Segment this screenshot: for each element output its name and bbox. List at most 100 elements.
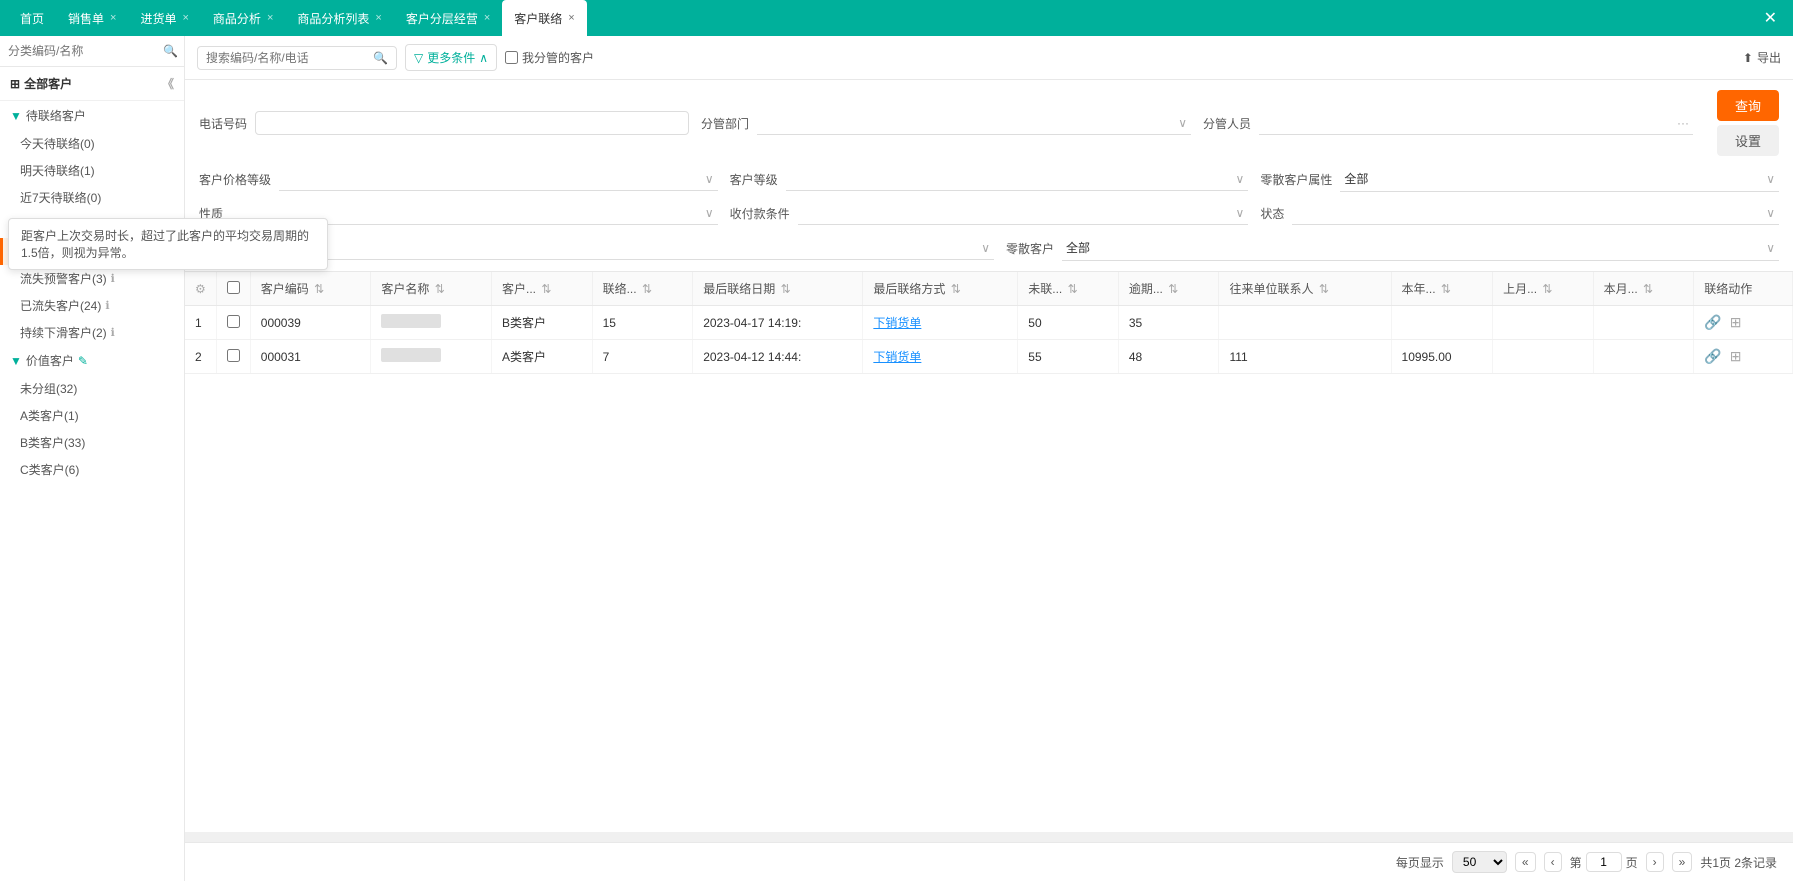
filter-row-4: ... 客户类型 ∨ 零散客户 全部 ∨ [199,235,1779,261]
horizontal-scrollbar[interactable] [185,832,1793,842]
filter-retail-customer-select[interactable]: 全部 ∨ [1062,235,1779,261]
next-page-button[interactable]: › [1646,852,1664,872]
filter-price-level: 客户价格等级 ∨ [199,168,718,191]
sort-method-icon[interactable]: ⇅ [951,282,961,296]
filter-manager-select[interactable]: ··· [1259,112,1693,135]
sidebar-item-ungrouped[interactable]: 未分组(32) [0,375,184,402]
my-customers-checkbox[interactable] [505,51,518,64]
first-page-button[interactable]: « [1515,852,1536,872]
row1-grid-icon[interactable]: ⊞ [1730,314,1742,331]
sidebar-search-icon[interactable]: 🔍 [163,44,178,58]
nav-sales[interactable]: 销售单 × [56,0,128,36]
filter-retail-attr: 零散客户属性 全部 ∨ [1260,166,1779,192]
nav-customer-contact[interactable]: 客户联络 × [502,0,586,36]
sidebar-search-input[interactable] [8,44,163,58]
tooltip-box: 距客户上次交易时长，超过了此客户的平均交易周期的1.5倍，则视为异常。 [8,218,328,270]
row2-checkbox[interactable] [227,349,240,362]
sidebar-item-c-class[interactable]: C类客户(6) [0,456,184,483]
col-contacts: 往来单位联系人 ⇅ [1219,272,1391,306]
nav-purchase[interactable]: 进货单 × [128,0,200,36]
row1-link-icon[interactable]: 🔗 [1704,314,1721,331]
select-all-checkbox[interactable] [227,281,240,294]
row2-method-link[interactable]: 下销货单 [873,350,921,364]
close-customer-contact-tab[interactable]: × [568,12,574,24]
row2-grid-icon[interactable]: ⊞ [1730,348,1742,365]
close-product-list-tab[interactable]: × [375,12,381,24]
sort-contact-icon[interactable]: ⇅ [642,282,652,296]
filter-retail-attr-select[interactable]: 全部 ∨ [1340,166,1779,192]
nav-home[interactable]: 首页 [8,0,56,36]
sort-overdue-icon[interactable]: ⇅ [1168,282,1178,296]
row1-contacts [1219,306,1391,340]
sort-notlinked-icon[interactable]: ⇅ [1068,282,1078,296]
col-contact-count: 联络... ⇅ [592,272,693,306]
col-not-linked: 未联... ⇅ [1018,272,1119,306]
sidebar-item-churned[interactable]: 已流失客户(24) ℹ [0,292,184,319]
main-search-input[interactable] [206,51,373,65]
query-button[interactable]: 查询 [1717,90,1779,121]
sort-thismonth-icon[interactable]: ⇅ [1643,282,1653,296]
sort-name-icon[interactable]: ⇅ [435,282,445,296]
sort-thisyear-icon[interactable]: ⇅ [1441,282,1451,296]
filter-payment-select[interactable]: ∨ [798,202,1249,225]
price-level-chevron: ∨ [705,172,714,186]
prev-page-button[interactable]: ‹ [1544,852,1562,872]
close-customer-layered-tab[interactable]: × [484,12,490,24]
row1-this-year [1391,306,1493,340]
filter-status-select[interactable]: ∨ [1292,202,1779,225]
sidebar-item-b-class[interactable]: B类客户(33) [0,429,184,456]
filter-status-label: 状态 [1260,205,1284,222]
pagination: 每页显示 50 100 200 « ‹ 第 页 › » 共1页 2条记录 [185,842,1793,881]
row1-actions: 🔗 ⊞ [1694,306,1793,340]
nav-product-analysis-list[interactable]: 商品分析列表 × [285,0,393,36]
sort-date-icon[interactable]: ⇅ [781,282,791,296]
window-close-button[interactable]: ✕ [1756,8,1785,28]
filter-phone: 电话号码 [199,111,689,135]
page-number-input[interactable] [1586,852,1622,872]
nav-product-analysis[interactable]: 商品分析 × [201,0,285,36]
row2-overdue: 48 [1118,340,1219,374]
sidebar-item-tomorrow[interactable]: 明天待联络(1) [0,157,184,184]
sort-lastmonth-icon[interactable]: ⇅ [1542,282,1552,296]
sidebar-item-7days[interactable]: 近7天待联络(0) [0,184,184,211]
row1-method-link[interactable]: 下销货单 [873,316,921,330]
last-page-button[interactable]: » [1672,852,1693,872]
my-customers-checkbox-label[interactable]: 我分管的客户 [505,49,594,66]
sidebar-search-box: 🔍 [0,36,184,67]
per-page-label: 每页显示 [1396,854,1444,871]
sidebar-item-a-class[interactable]: A类客户(1) [0,402,184,429]
filter-customer-type-select[interactable]: ∨ [277,237,994,260]
close-product-analysis-tab[interactable]: × [267,12,273,24]
filter-price-level-select[interactable]: ∨ [279,168,718,191]
row1-checkbox[interactable] [227,315,240,328]
more-filter-button[interactable]: ▽ 更多条件 ∧ [405,44,497,71]
row2-this-year: 10995.00 [1391,340,1493,374]
filter-phone-input[interactable] [255,111,689,135]
sidebar-item-declining[interactable]: 持续下滑客户(2) ℹ [0,319,184,346]
close-sales-tab[interactable]: × [110,12,116,24]
sort-contacts-icon[interactable]: ⇅ [1319,282,1329,296]
row2-link-icon[interactable]: 🔗 [1704,348,1721,365]
sidebar-group-pending[interactable]: ▼ 待联络客户 [0,101,184,130]
filter-dept-select[interactable]: ∨ [757,112,1191,135]
sort-code-icon[interactable]: ⇅ [314,282,324,296]
filter-customer-level-select[interactable]: ∨ [786,168,1249,191]
sidebar-item-today[interactable]: 今天待联络(0) [0,130,184,157]
row1-index: 1 [185,306,216,340]
main-search-icon[interactable]: 🔍 [373,51,388,65]
nav-customer-layered[interactable]: 客户分层经营 × [394,0,502,36]
col-customer-type: 客户... ⇅ [491,272,592,306]
row2-contacts: 111 [1219,340,1391,374]
row2-this-month [1593,340,1694,374]
payment-chevron: ∨ [1236,206,1245,220]
sort-type-icon[interactable]: ⇅ [541,282,551,296]
per-page-select[interactable]: 50 100 200 [1452,851,1507,873]
collapse-sidebar-icon[interactable]: 《 [162,75,174,92]
row1-overdue: 35 [1118,306,1219,340]
export-button[interactable]: ⬆ 导出 [1743,49,1781,66]
table-settings-icon[interactable]: ⚙ [195,282,206,296]
row2-last-month [1493,340,1594,374]
close-purchase-tab[interactable]: × [182,12,188,24]
setting-button[interactable]: 设置 [1717,125,1779,156]
edit-value-group-icon[interactable]: ✎ [78,354,88,368]
